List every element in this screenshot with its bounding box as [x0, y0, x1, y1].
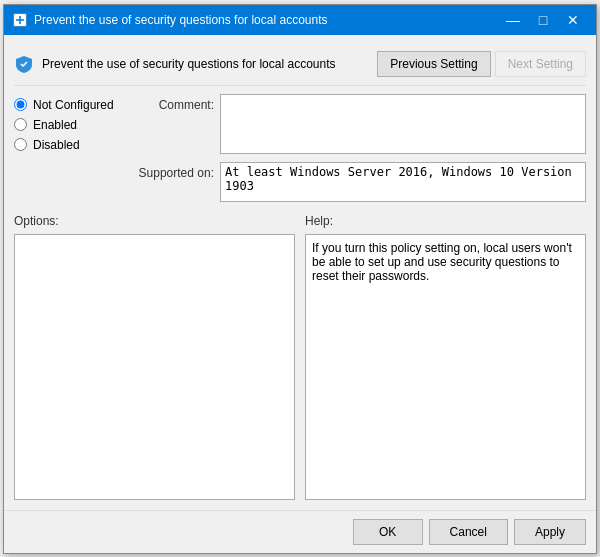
apply-button[interactable]: Apply	[514, 519, 586, 545]
enabled-option[interactable]: Enabled	[14, 118, 124, 132]
help-label: Help:	[305, 214, 586, 228]
options-label: Options:	[14, 214, 295, 228]
window-title: Prevent the use of security questions fo…	[34, 13, 498, 27]
content-area: Prevent the use of security questions fo…	[4, 35, 596, 510]
close-button[interactable]: ✕	[558, 5, 588, 35]
comment-label: Comment:	[134, 94, 214, 112]
comment-input[interactable]	[220, 94, 586, 154]
disabled-label: Disabled	[33, 138, 80, 152]
main-section: Not Configured Enabled Disabled Comment:	[14, 94, 586, 500]
bottom-section: Options: Help: If you turn this policy s…	[14, 214, 586, 500]
policy-header-title: Prevent the use of security questions fo…	[42, 57, 377, 71]
window-controls: — □ ✕	[498, 5, 588, 35]
options-panel: Options:	[14, 214, 295, 500]
enabled-label: Enabled	[33, 118, 77, 132]
disabled-option[interactable]: Disabled	[14, 138, 124, 152]
maximize-button[interactable]: □	[528, 5, 558, 35]
disabled-radio[interactable]	[14, 138, 27, 151]
supported-label: Supported on:	[134, 162, 214, 180]
not-configured-label: Not Configured	[33, 98, 114, 112]
nav-buttons: Previous Setting Next Setting	[377, 51, 586, 77]
footer: OK Cancel Apply	[4, 510, 596, 553]
ok-button[interactable]: OK	[353, 519, 423, 545]
window-icon	[12, 12, 28, 28]
comment-row: Comment:	[134, 94, 586, 154]
next-setting-button[interactable]: Next Setting	[495, 51, 586, 77]
supported-row: Supported on: At least Windows Server 20…	[134, 162, 586, 202]
not-configured-option[interactable]: Not Configured	[14, 98, 124, 112]
previous-setting-button[interactable]: Previous Setting	[377, 51, 490, 77]
options-content	[14, 234, 295, 500]
help-panel: Help: If you turn this policy setting on…	[305, 214, 586, 500]
policy-header: Prevent the use of security questions fo…	[14, 45, 586, 86]
help-text: If you turn this policy setting on, loca…	[312, 241, 572, 283]
fields-section: Comment: Supported on: At least Windows …	[134, 94, 586, 202]
radio-group: Not Configured Enabled Disabled	[14, 94, 124, 202]
cancel-button[interactable]: Cancel	[429, 519, 508, 545]
help-content: If you turn this policy setting on, loca…	[305, 234, 586, 500]
policy-icon	[14, 54, 34, 74]
main-window: Prevent the use of security questions fo…	[3, 4, 597, 554]
title-bar: Prevent the use of security questions fo…	[4, 5, 596, 35]
minimize-button[interactable]: —	[498, 5, 528, 35]
top-section: Not Configured Enabled Disabled Comment:	[14, 94, 586, 202]
supported-input: At least Windows Server 2016, Windows 10…	[220, 162, 586, 202]
not-configured-radio[interactable]	[14, 98, 27, 111]
enabled-radio[interactable]	[14, 118, 27, 131]
